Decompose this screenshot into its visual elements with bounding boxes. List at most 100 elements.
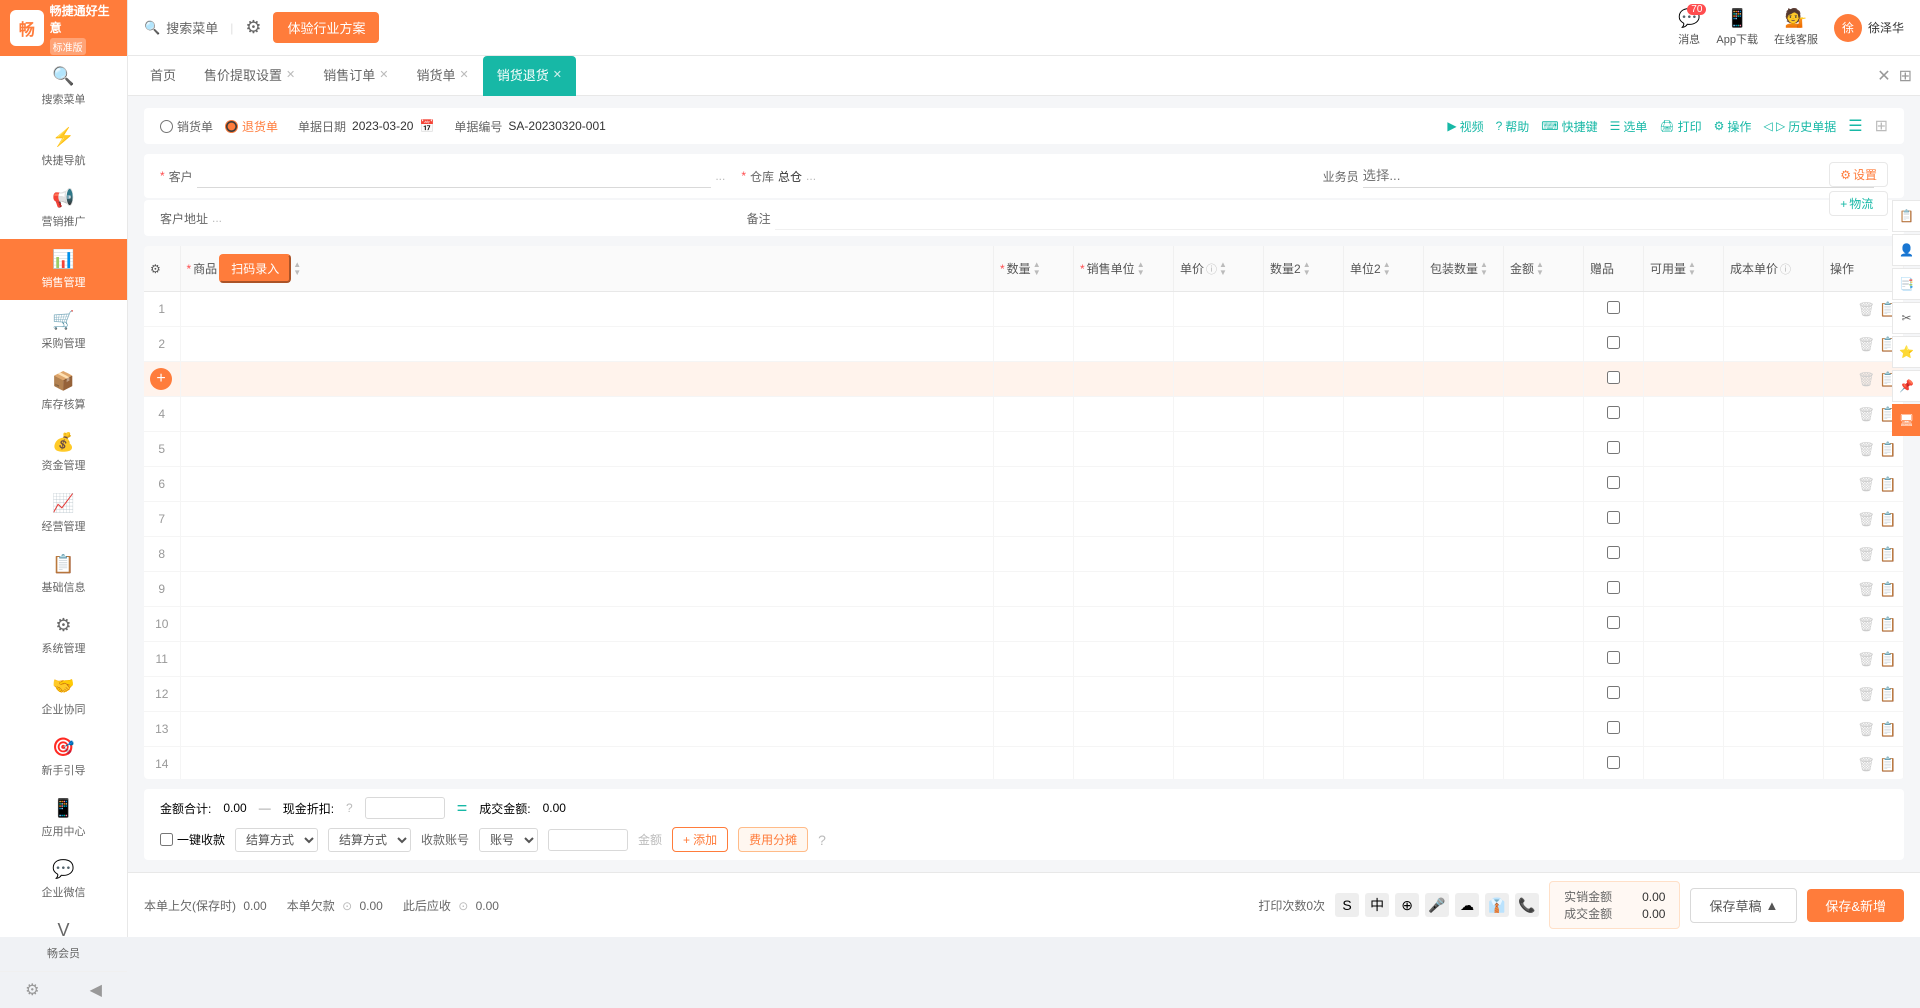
unit2-cell[interactable] <box>1344 607 1424 642</box>
sidebar-item-operations[interactable]: 📈 经营管理 <box>0 483 127 544</box>
print-btn[interactable]: 🖨 打印 <box>1659 118 1701 135</box>
customer-input[interactable] <box>197 164 712 188</box>
experience-btn[interactable]: 体验行业方案 <box>273 12 379 43</box>
delete-row-icon[interactable]: 🗑 <box>1857 651 1875 668</box>
video-btn[interactable]: ▶ 视频 <box>1447 118 1483 135</box>
available-cell[interactable] <box>1644 537 1724 572</box>
radio-return[interactable]: 退货单 <box>225 118 278 135</box>
gift-checkbox[interactable] <box>1607 511 1620 524</box>
help-btn[interactable]: ? 帮助 <box>1496 118 1530 135</box>
quantity-cell[interactable] <box>994 537 1074 572</box>
amount-cell[interactable] <box>1504 677 1584 712</box>
product-cell[interactable] <box>180 397 994 432</box>
amount-cell[interactable] <box>1504 747 1584 780</box>
quantity-cell[interactable] <box>994 362 1074 397</box>
unit2-cell[interactable] <box>1344 747 1424 780</box>
select-btn[interactable]: ☰ 选单 <box>1610 118 1648 135</box>
quantity-cell[interactable] <box>994 502 1074 537</box>
cost-price-cell[interactable] <box>1724 642 1824 677</box>
packqty-cell[interactable] <box>1424 467 1504 502</box>
sidebar-item-basic-info[interactable]: 📋 基础信息 <box>0 544 127 605</box>
unit-cell[interactable] <box>1074 607 1174 642</box>
unit2-cell[interactable] <box>1344 362 1424 397</box>
gift-cell[interactable] <box>1584 397 1644 432</box>
gift-checkbox[interactable] <box>1607 616 1620 629</box>
cost-price-cell[interactable] <box>1724 677 1824 712</box>
note-input[interactable] <box>775 206 1888 230</box>
online-service-btn[interactable]: 💁 在线客服 <box>1774 8 1818 47</box>
save-draft-btn[interactable]: 保存草稿 ▲ <box>1690 888 1797 923</box>
delete-row-icon[interactable]: 🗑 <box>1857 756 1875 773</box>
product-input[interactable] <box>187 582 988 596</box>
packqty-cell[interactable] <box>1424 397 1504 432</box>
gift-checkbox[interactable] <box>1607 721 1620 734</box>
available-cell[interactable] <box>1644 747 1724 780</box>
available-cell[interactable] <box>1644 467 1724 502</box>
product-input[interactable] <box>187 652 988 666</box>
table-settings-icon[interactable]: ⚙ <box>150 262 161 276</box>
amount-cell[interactable] <box>1504 572 1584 607</box>
address-dots[interactable]: ... <box>212 211 222 225</box>
packqty-cell[interactable] <box>1424 712 1504 747</box>
right-btn-6[interactable]: 📌 <box>1892 370 1920 402</box>
sidebar-item-system[interactable]: ⚙ 系统管理 <box>0 605 127 666</box>
copy-row-icon[interactable]: 📋 <box>1879 546 1896 563</box>
packqty-cell[interactable] <box>1424 502 1504 537</box>
cost-price-cell[interactable] <box>1724 467 1824 502</box>
cost-price-cell[interactable] <box>1724 292 1824 327</box>
gift-checkbox[interactable] <box>1607 686 1620 699</box>
unit-cell[interactable] <box>1074 502 1174 537</box>
available-cell[interactable] <box>1644 607 1724 642</box>
gift-cell[interactable] <box>1584 327 1644 362</box>
quantity-cell[interactable] <box>994 292 1074 327</box>
unit-cell[interactable] <box>1074 677 1174 712</box>
price-cell[interactable] <box>1174 642 1264 677</box>
unit-cell[interactable] <box>1074 362 1174 397</box>
unit-cell[interactable] <box>1074 432 1174 467</box>
price-cell[interactable] <box>1174 712 1264 747</box>
tab-sales-order[interactable]: 销售订单 ✕ <box>309 56 402 96</box>
packqty-cell[interactable] <box>1424 327 1504 362</box>
sidebar-item-app-center[interactable]: 📱 应用中心 <box>0 788 127 849</box>
copy-row-icon[interactable]: 📋 <box>1879 686 1896 703</box>
sidebar-item-search-menu[interactable]: 🔍 搜索菜单 <box>0 56 127 117</box>
product-input[interactable] <box>187 512 988 526</box>
qty-sort[interactable]: ▲▼ <box>1033 261 1041 277</box>
packqty-cell[interactable] <box>1424 677 1504 712</box>
unit2-cell[interactable] <box>1344 467 1424 502</box>
tool-4[interactable]: 🎤 <box>1425 893 1449 917</box>
sidebar-item-sales[interactable]: 📊 销售管理 <box>0 239 127 300</box>
gift-checkbox[interactable] <box>1607 546 1620 559</box>
price-cell[interactable] <box>1174 537 1264 572</box>
available-cell[interactable] <box>1644 432 1724 467</box>
price-cell[interactable] <box>1174 432 1264 467</box>
quantity-cell[interactable] <box>994 397 1074 432</box>
unit-cell[interactable] <box>1074 327 1174 362</box>
gift-checkbox[interactable] <box>1607 581 1620 594</box>
qty2-cell[interactable] <box>1264 747 1344 780</box>
calculation-select[interactable]: 结算方式 <box>328 828 411 852</box>
unit-cell[interactable] <box>1074 292 1174 327</box>
operations-btn[interactable]: ⚙ 操作 <box>1714 118 1752 135</box>
product-cell[interactable] <box>180 467 994 502</box>
quantity-cell[interactable] <box>994 572 1074 607</box>
topbar-search[interactable]: 🔍 搜索菜单 <box>144 18 218 37</box>
delete-row-icon[interactable]: 🗑 <box>1857 406 1875 423</box>
cost-price-cell[interactable] <box>1724 572 1824 607</box>
cost-price-cell[interactable] <box>1724 537 1824 572</box>
shortcuts-btn[interactable]: ⌨ 快捷键 <box>1541 118 1597 135</box>
tool-2[interactable]: 中 <box>1365 893 1389 917</box>
qty2-cell[interactable] <box>1264 432 1344 467</box>
quantity-input[interactable] <box>1000 302 1067 316</box>
product-cell[interactable] <box>180 607 994 642</box>
copy-row-icon[interactable]: 📋 <box>1879 441 1896 458</box>
packqty-cell[interactable] <box>1424 537 1504 572</box>
avail-sort[interactable]: ▲▼ <box>1688 261 1696 277</box>
quantity-cell[interactable] <box>994 712 1074 747</box>
unit-sort[interactable]: ▲▼ <box>1137 261 1145 277</box>
sidebar-item-member[interactable]: V 畅会员 <box>0 910 127 971</box>
quantity-cell[interactable] <box>994 642 1074 677</box>
gift-cell[interactable] <box>1584 607 1644 642</box>
amount-cell[interactable] <box>1504 537 1584 572</box>
unit-cell[interactable] <box>1074 467 1174 502</box>
